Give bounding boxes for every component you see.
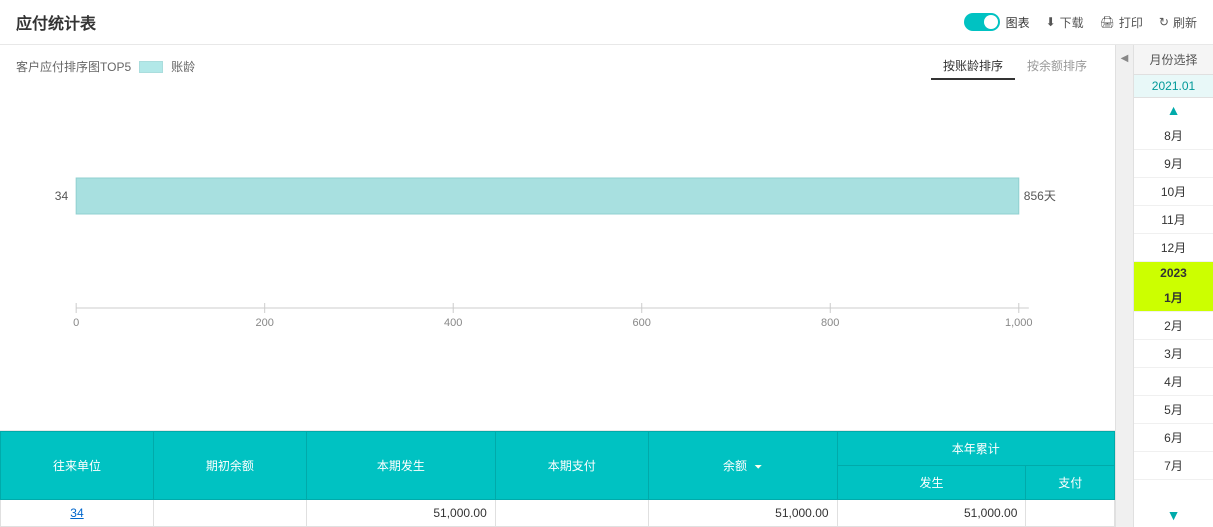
sidebar-month-item[interactable]: 4月 — [1134, 368, 1213, 396]
header-actions: 图表 ⬇ 下载 🖨 打印 ↻ 刷新 — [964, 13, 1197, 31]
legend-box-label: 账龄 — [171, 58, 195, 75]
th-opening: 期初余额 — [153, 432, 306, 500]
table-row: 34 51,000.00 51,000.00 51,000.00 — [1, 500, 1115, 527]
sidebar-months-list: 8月9月10月11月12月20231月2月3月4月5月6月7月 — [1134, 122, 1213, 503]
collapse-icon: ◀ — [1121, 53, 1129, 64]
refresh-label: 刷新 — [1173, 14, 1197, 31]
sidebar: 月份选择 2021.01 ▲ 8月9月10月11月12月20231月2月3月4月… — [1133, 45, 1213, 527]
svg-text:856天: 856天 — [1024, 189, 1056, 203]
svg-text:34: 34 — [55, 189, 69, 203]
sort-tab-age[interactable]: 按账龄排序 — [931, 53, 1015, 80]
refresh-icon: ↻ — [1159, 15, 1169, 29]
download-button[interactable]: ⬇ 下载 — [1046, 14, 1084, 31]
sidebar-month-item[interactable]: 2月 — [1134, 312, 1213, 340]
cell-ytd-occur: 51,000.00 — [837, 500, 1026, 527]
sidebar-down-arrow[interactable]: ▼ — [1134, 503, 1213, 527]
chart-toggle-wrap[interactable]: 图表 — [964, 13, 1030, 31]
chart-sort-tabs: 按账龄排序 按余额排序 — [931, 53, 1099, 80]
chart-header: 客户应付排序图TOP5 账龄 按账龄排序 按余额排序 — [0, 45, 1115, 88]
print-label: 打印 — [1119, 14, 1143, 31]
sidebar-month-item[interactable]: 7月 — [1134, 452, 1213, 480]
svg-text:0: 0 — [73, 317, 79, 329]
th-ytd: 本年累计 — [837, 432, 1114, 466]
app-header: 应付统计表 图表 ⬇ 下载 🖨 打印 ↻ 刷新 — [0, 0, 1213, 45]
chart-body: 34 0 200 400 600 800 1,000 — [0, 88, 1115, 430]
legend-box — [139, 61, 163, 73]
sidebar-month-item[interactable]: 6月 — [1134, 424, 1213, 452]
bar-chart-svg: 34 0 200 400 600 800 1,000 — [16, 88, 1099, 368]
sidebar-month-item[interactable]: 8月 — [1134, 122, 1213, 150]
cell-unit: 34 — [1, 500, 154, 527]
sidebar-up-arrow[interactable]: ▲ — [1134, 98, 1213, 122]
cell-balance: 51,000.00 — [648, 500, 837, 527]
th-balance: 余额 ⏷ — [648, 432, 837, 500]
sidebar-month-header: 月份选择 — [1134, 45, 1213, 75]
print-button[interactable]: 🖨 打印 — [1100, 14, 1143, 31]
sort-tab-balance[interactable]: 按余额排序 — [1015, 53, 1099, 80]
download-icon: ⬇ — [1046, 15, 1056, 29]
main-content: 客户应付排序图TOP5 账龄 按账龄排序 按余额排序 34 — [0, 45, 1213, 527]
th-current-pay: 本期支付 — [495, 432, 648, 500]
sidebar-month-item[interactable]: 1月 — [1134, 284, 1213, 312]
cell-current-occur: 51,000.00 — [306, 500, 495, 527]
refresh-button[interactable]: ↻ 刷新 — [1159, 14, 1197, 31]
sidebar-year-2023: 2023 — [1134, 262, 1213, 284]
svg-text:200: 200 — [255, 317, 273, 329]
cell-opening — [153, 500, 306, 527]
sidebar-collapse-btn[interactable]: ◀ — [1115, 45, 1133, 527]
chart-area: 客户应付排序图TOP5 账龄 按账龄排序 按余额排序 34 — [0, 45, 1115, 527]
download-label: 下载 — [1060, 14, 1084, 31]
svg-text:1,000: 1,000 — [1005, 317, 1033, 329]
th-ytd-occur: 发生 — [837, 466, 1026, 500]
balance-icon: ⏷ — [754, 462, 762, 473]
legend-label: 客户应付排序图TOP5 — [16, 58, 131, 75]
sidebar-month-item[interactable]: 9月 — [1134, 150, 1213, 178]
sidebar-month-item[interactable]: 10月 — [1134, 178, 1213, 206]
svg-text:400: 400 — [444, 317, 462, 329]
print-icon: 🖨 — [1100, 15, 1115, 29]
sidebar-month-item[interactable]: 12月 — [1134, 234, 1213, 262]
table-area: 往来单位 期初余额 本期发生 本期支付 余额 ⏷ 本年累计 发生 — [0, 430, 1115, 527]
sidebar-month-item[interactable]: 11月 — [1134, 206, 1213, 234]
sidebar-month-item[interactable]: 5月 — [1134, 396, 1213, 424]
th-ytd-pay: 支付 — [1026, 466, 1115, 500]
toggle-knob — [984, 15, 998, 29]
toggle-label: 图表 — [1006, 14, 1030, 31]
svg-text:600: 600 — [633, 317, 651, 329]
chart-legend: 客户应付排序图TOP5 账龄 — [16, 58, 195, 75]
unit-link[interactable]: 34 — [70, 506, 83, 520]
chart-toggle[interactable] — [964, 13, 1000, 31]
svg-text:800: 800 — [821, 317, 839, 329]
sidebar-month-item[interactable]: 3月 — [1134, 340, 1213, 368]
page-title: 应付统计表 — [16, 10, 96, 34]
cell-current-pay — [495, 500, 648, 527]
th-incoming: 往来单位 — [1, 432, 154, 500]
th-current-occur: 本期发生 — [306, 432, 495, 500]
cell-ytd-pay — [1026, 500, 1115, 527]
sidebar-year: 2021.01 — [1134, 75, 1213, 98]
data-table: 往来单位 期初余额 本期发生 本期支付 余额 ⏷ 本年累计 发生 — [0, 431, 1115, 527]
